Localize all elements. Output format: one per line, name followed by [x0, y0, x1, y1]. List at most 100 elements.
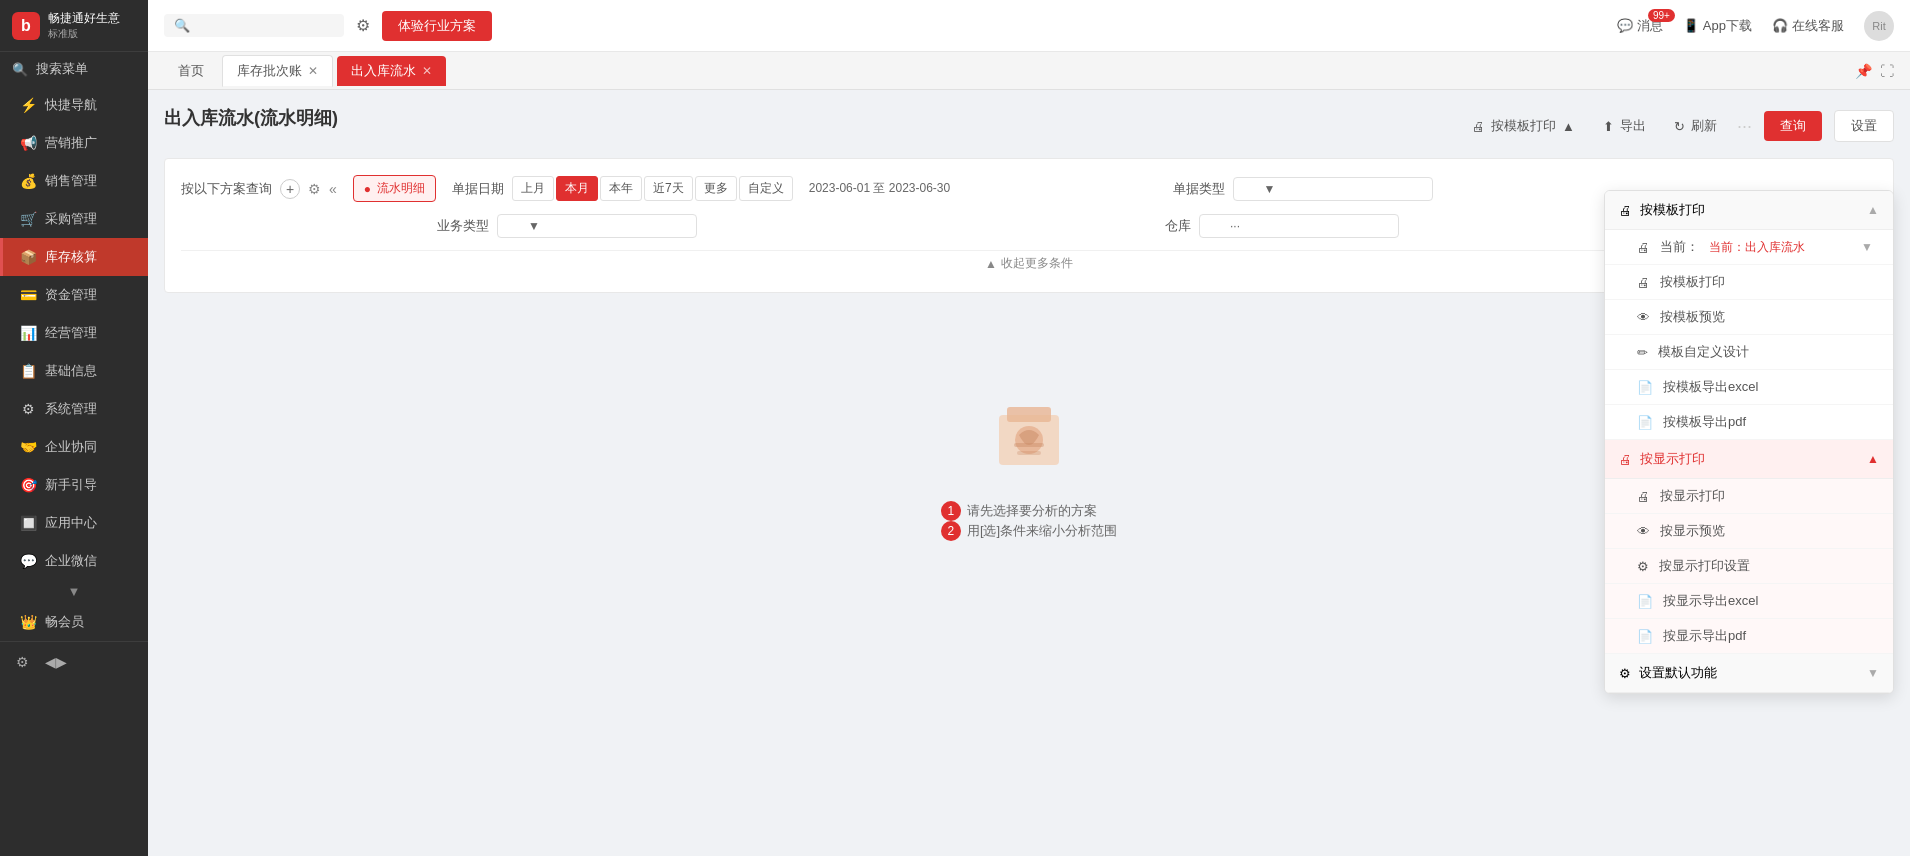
- cooperation-icon: 🤝: [19, 439, 37, 455]
- inventory-label: 库存核算: [45, 248, 97, 266]
- sidebar-item-enterprise-wechat[interactable]: 💬 企业微信: [0, 542, 148, 580]
- display-export-excel-item[interactable]: 📄 按显示导出excel: [1605, 584, 1893, 619]
- export-button[interactable]: ⬆ 导出: [1595, 113, 1654, 139]
- template-print-section-header[interactable]: 🖨 按模板打印 ▲: [1605, 191, 1893, 230]
- date-last-month[interactable]: 上月: [512, 176, 554, 201]
- sidebar-item-operations[interactable]: 📊 经营管理: [0, 314, 148, 352]
- empty-tips: 1 请先选择要分析的方案 2 用[选]条件来缩小分析范围: [941, 501, 1117, 541]
- refresh-button[interactable]: ↻ 刷新: [1666, 113, 1725, 139]
- template-preview-item[interactable]: 👁 按模板预览: [1605, 300, 1893, 335]
- date-more[interactable]: 更多: [695, 176, 737, 201]
- template-section-chevron: ▲: [1867, 203, 1879, 217]
- empty-illustration: [979, 385, 1079, 485]
- tab-flow-label: 出入库流水: [351, 62, 416, 80]
- system-label: 系统管理: [45, 400, 97, 418]
- tip1-text: 请先选择要分析的方案: [967, 502, 1097, 520]
- operations-label: 经营管理: [45, 324, 97, 342]
- sidebar-item-quick-nav[interactable]: ⚡ 快捷导航: [0, 86, 148, 124]
- bill-type-chevron-down: ▼: [1264, 182, 1276, 196]
- template-export-pdf-label: 按模板导出pdf: [1663, 413, 1746, 431]
- date-custom[interactable]: 自定义: [739, 176, 793, 201]
- sidebar-item-search-menu[interactable]: 🔍 搜索菜单: [0, 52, 148, 86]
- purchase-label: 采购管理: [45, 210, 97, 228]
- current-template-text: 当前：: [1660, 238, 1699, 256]
- message-button[interactable]: 💬 消息 99+: [1617, 17, 1663, 35]
- topbar-search-icon: 🔍: [174, 18, 190, 33]
- print-template-button[interactable]: 🖨 按模板打印 ▲: [1464, 113, 1583, 139]
- filter-collapse-icon[interactable]: «: [329, 181, 337, 197]
- date-last7days[interactable]: 近7天: [644, 176, 693, 201]
- default-settings-icon: ⚙: [1619, 666, 1631, 681]
- sidebar-item-system[interactable]: ⚙ 系统管理: [0, 390, 148, 428]
- display-export-excel-icon: 📄: [1637, 594, 1653, 609]
- settings-button[interactable]: 设置: [1834, 110, 1894, 142]
- message-badge: 99+: [1648, 9, 1675, 22]
- template-print-item[interactable]: 🖨 按模板打印: [1605, 265, 1893, 300]
- display-print-item[interactable]: 🖨 按显示打印: [1605, 479, 1893, 514]
- tab-home[interactable]: 首页: [164, 56, 218, 86]
- sidebar-item-finance[interactable]: 💳 资金管理: [0, 276, 148, 314]
- sidebar-scroll-down[interactable]: ▼: [0, 580, 148, 603]
- online-service-button[interactable]: 🎧 在线客服: [1772, 17, 1844, 35]
- tab-expand-icon[interactable]: ⛶: [1880, 63, 1894, 79]
- template-export-pdf-item[interactable]: 📄 按模板导出pdf: [1605, 405, 1893, 440]
- sidebar-item-marketing[interactable]: 📢 营销推广: [0, 124, 148, 162]
- sidebar-item-membership[interactable]: 👑 畅会员: [0, 603, 148, 641]
- tab-batch[interactable]: 库存批次账 ✕: [222, 55, 333, 87]
- warehouse-select[interactable]: ···: [1199, 214, 1399, 238]
- service-label: 在线客服: [1792, 17, 1844, 35]
- topbar-search-input[interactable]: [196, 19, 316, 33]
- export-icon: ⬆: [1603, 119, 1614, 134]
- topbar-right: 💬 消息 99+ 📱 App下载 🎧 在线客服 Rit: [1617, 11, 1894, 41]
- settings-bottom-icon[interactable]: ⚙: [16, 654, 29, 670]
- sales-icon: 💰: [19, 173, 37, 189]
- topbar-gear-icon[interactable]: ⚙: [356, 16, 370, 35]
- sidebar-item-cooperation[interactable]: 🤝 企业协同: [0, 428, 148, 466]
- svg-rect-4: [1017, 451, 1041, 455]
- display-export-pdf-item[interactable]: 📄 按显示导出pdf: [1605, 619, 1893, 654]
- display-print-settings-item[interactable]: ⚙ 按显示打印设置: [1605, 549, 1893, 584]
- filter-tag-liushui: ● 流水明细: [353, 175, 436, 202]
- topbar-search-box[interactable]: 🔍: [164, 14, 344, 37]
- user-avatar[interactable]: Rit: [1864, 11, 1894, 41]
- query-button[interactable]: 查询: [1764, 111, 1822, 141]
- collapse-sidebar-icon[interactable]: ◀▶: [45, 654, 67, 670]
- operations-icon: 📊: [19, 325, 37, 341]
- app-download-button[interactable]: 📱 App下载: [1683, 17, 1752, 35]
- sidebar-item-inventory[interactable]: 📦 库存核算: [0, 238, 148, 276]
- date-this-month[interactable]: 本月: [556, 176, 598, 201]
- app-download-icon: 📱: [1683, 18, 1699, 33]
- sidebar-item-basic-info[interactable]: 📋 基础信息: [0, 352, 148, 390]
- display-print-section-header[interactable]: 🖨 按显示打印 ▲: [1605, 440, 1893, 479]
- sidebar-item-newbie[interactable]: 🎯 新手引导: [0, 466, 148, 504]
- default-settings-header[interactable]: ⚙ 设置默认功能 ▼: [1605, 654, 1893, 693]
- sidebar-item-sales[interactable]: 💰 销售管理: [0, 162, 148, 200]
- tab-batch-close[interactable]: ✕: [308, 64, 318, 78]
- sidebar-item-app-center[interactable]: 🔲 应用中心: [0, 504, 148, 542]
- current-template-item[interactable]: 🖨 当前： 当前：出入库流水 ▼: [1605, 230, 1893, 265]
- template-export-excel-item[interactable]: 📄 按模板导出excel: [1605, 370, 1893, 405]
- search-icon: 🔍: [12, 62, 28, 77]
- add-filter-button[interactable]: +: [280, 179, 300, 199]
- print-template-label: 按模板打印: [1491, 117, 1556, 135]
- sales-label: 销售管理: [45, 172, 97, 190]
- export-label: 导出: [1620, 117, 1646, 135]
- date-this-year[interactable]: 本年: [600, 176, 642, 201]
- bill-type-select[interactable]: ▼: [1233, 177, 1433, 201]
- tab-flow-close[interactable]: ✕: [422, 64, 432, 78]
- display-export-pdf-icon: 📄: [1637, 629, 1653, 644]
- trial-industry-button[interactable]: 体验行业方案: [382, 11, 492, 41]
- quick-nav-label: 快捷导航: [45, 96, 97, 114]
- basic-info-icon: 📋: [19, 363, 37, 379]
- template-custom-item[interactable]: ✏ 模板自定义设计: [1605, 335, 1893, 370]
- enterprise-wechat-icon: 💬: [19, 553, 37, 569]
- tab-flow[interactable]: 出入库流水 ✕: [337, 56, 446, 86]
- search-menu-label: 搜索菜单: [36, 60, 88, 78]
- sidebar-item-purchase[interactable]: 🛒 采购管理: [0, 200, 148, 238]
- filter-gear-icon[interactable]: ⚙: [308, 181, 321, 197]
- app-edition: 标准版: [48, 27, 120, 41]
- business-type-select[interactable]: ▼: [497, 214, 697, 238]
- app-download-label: App下载: [1703, 17, 1752, 35]
- tab-pin-icon[interactable]: 📌: [1855, 63, 1872, 79]
- display-preview-item[interactable]: 👁 按显示预览: [1605, 514, 1893, 549]
